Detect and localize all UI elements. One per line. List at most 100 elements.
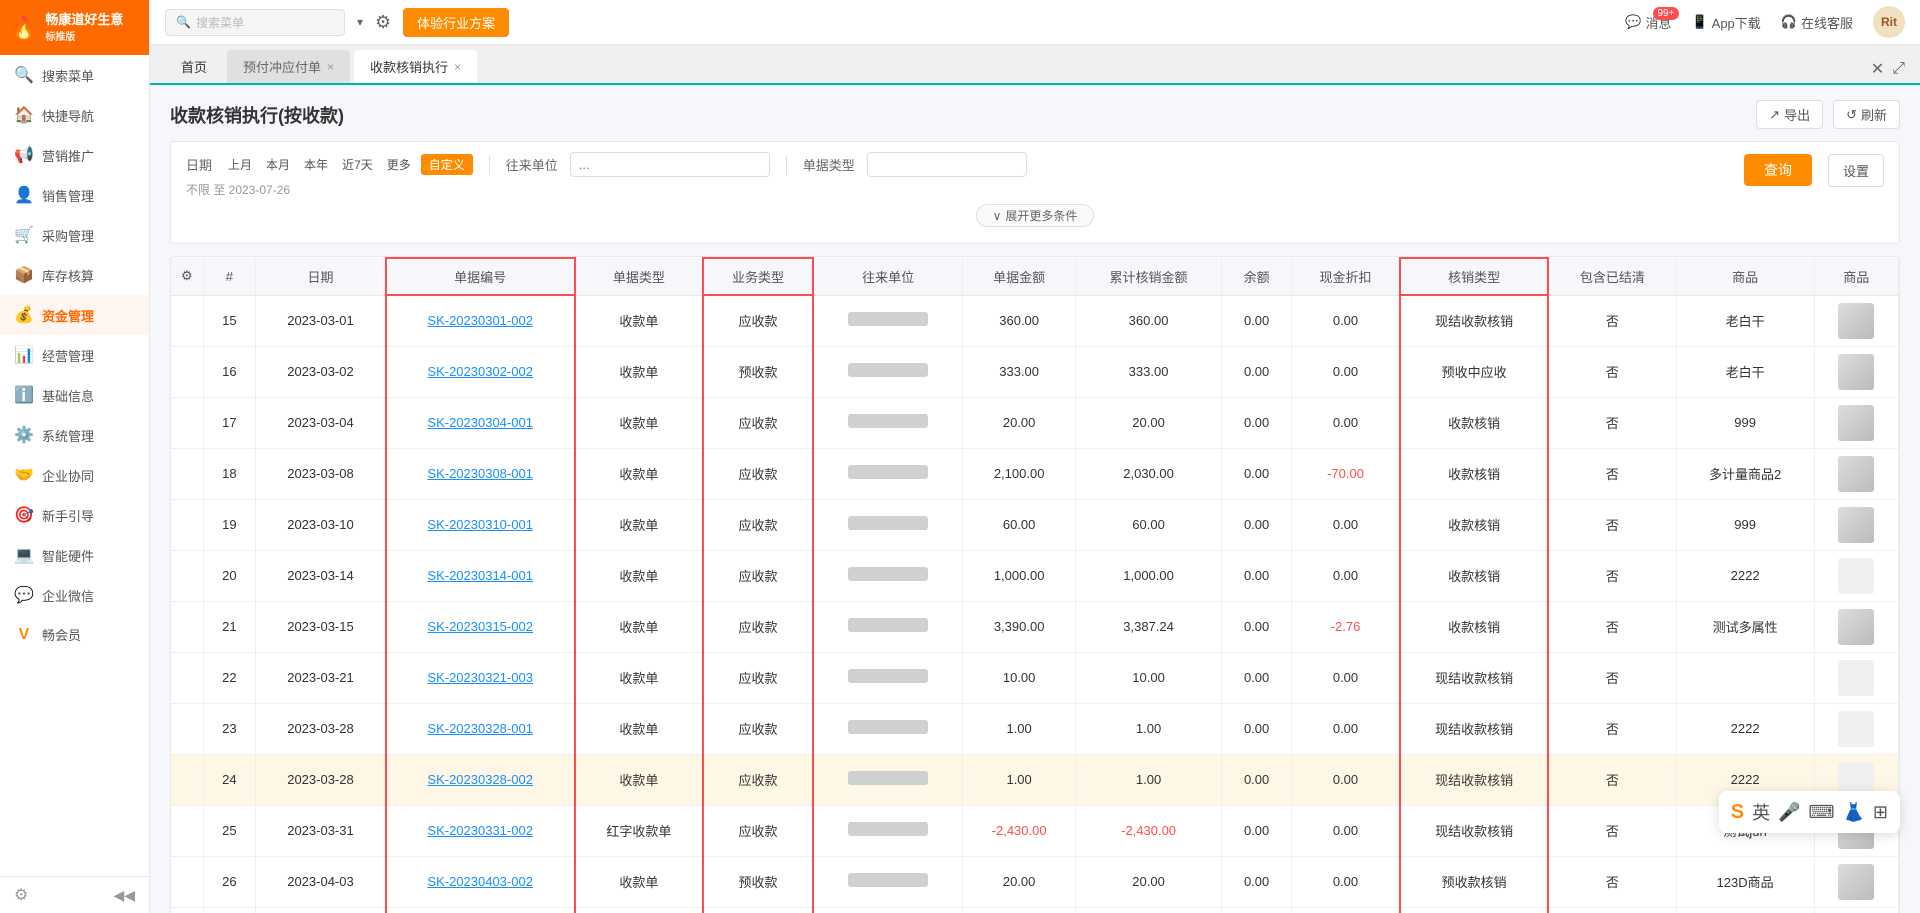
tab-collection-exec[interactable]: 收款核销执行 × bbox=[354, 50, 477, 83]
td-voucher_no[interactable]: SK-20230403-002 bbox=[386, 856, 575, 907]
sidebar-item-search[interactable]: 🔍 搜索菜单 bbox=[0, 55, 149, 95]
sidebar-item-corpwx[interactable]: 💬 企业微信 bbox=[0, 575, 149, 615]
td-voucher_no[interactable]: SK-20230302-002 bbox=[386, 346, 575, 397]
collapse-icon[interactable]: ◀◀ bbox=[113, 887, 135, 904]
corpcoop-icon: 🤝 bbox=[14, 465, 34, 485]
td-goods_img bbox=[1814, 295, 1898, 346]
td-cancel_type: 预收款核销 bbox=[1400, 856, 1548, 907]
partner-input[interactable] bbox=[570, 152, 770, 177]
sidebar-item-operation[interactable]: 📊 经营管理 bbox=[0, 335, 149, 375]
sidebar-item-smarthw[interactable]: 💻 智能硬件 bbox=[0, 535, 149, 575]
voucher-link[interactable]: SK-20230328-001 bbox=[427, 721, 533, 736]
dropdown-arrow-icon[interactable]: ▾ bbox=[357, 15, 363, 29]
sidebar-item-quicknav[interactable]: 🏠 快捷导航 bbox=[0, 95, 149, 135]
inventory-icon: 📦 bbox=[14, 265, 34, 285]
sidebar-item-basicinfo[interactable]: ℹ️ 基础信息 bbox=[0, 375, 149, 415]
voucher-link[interactable]: SK-20230331-002 bbox=[427, 823, 533, 838]
voucher-link[interactable]: SK-20230302-002 bbox=[427, 364, 533, 379]
tab-prepay[interactable]: 预付冲应付单 × bbox=[227, 50, 350, 83]
query-btn[interactable]: 查询 bbox=[1744, 154, 1812, 186]
td-include_settled: 否 bbox=[1548, 295, 1676, 346]
float-mic-icon[interactable]: 🎤 bbox=[1778, 802, 1800, 823]
voucher-link[interactable]: SK-20230315-002 bbox=[427, 619, 533, 634]
date-this-month[interactable]: 本月 bbox=[262, 154, 294, 175]
voucher-link[interactable]: SK-20230301-002 bbox=[427, 313, 533, 328]
tab-close-prepay[interactable]: × bbox=[327, 60, 334, 74]
sidebar-item-sysmgmt[interactable]: ⚙️ 系统管理 bbox=[0, 415, 149, 455]
tab-home[interactable]: 首页 bbox=[165, 50, 223, 83]
sidebar-item-member[interactable]: V 畅会员 bbox=[0, 615, 149, 654]
td-gear bbox=[171, 601, 203, 652]
td-row_no: 27 bbox=[203, 907, 255, 913]
sidebar-label: 系统管理 bbox=[42, 426, 94, 445]
th-rowno: # bbox=[203, 258, 255, 295]
info-icon: ℹ️ bbox=[14, 385, 34, 405]
date-7days[interactable]: 近7天 bbox=[338, 154, 377, 175]
notification-btn[interactable]: 💬 消息 99+ bbox=[1625, 13, 1671, 32]
td-voucher_type: 收款单 bbox=[575, 499, 704, 550]
td-voucher_no[interactable]: SK-20230304-001 bbox=[386, 397, 575, 448]
filter-settings-btn[interactable]: 设置 bbox=[1828, 154, 1884, 187]
sidebar-item-guide[interactable]: 🎯 新手引导 bbox=[0, 495, 149, 535]
sidebar-item-sales[interactable]: 👤 销售管理 bbox=[0, 175, 149, 215]
topbar-search-box[interactable]: 🔍 搜索菜单 bbox=[165, 9, 345, 36]
tab-close-all-icon[interactable]: ✕ bbox=[1871, 59, 1884, 79]
tab-close-collection[interactable]: × bbox=[454, 60, 461, 74]
online-service-btn[interactable]: 🎧 在线客服 bbox=[1781, 13, 1853, 32]
td-row_no: 26 bbox=[203, 856, 255, 907]
tab-expand-icon[interactable]: ⤢ bbox=[1892, 60, 1905, 78]
expand-conditions-btn[interactable]: ∨ 展开更多条件 bbox=[976, 204, 1095, 227]
td-balance: 0.00 bbox=[1222, 754, 1292, 805]
refresh-btn[interactable]: ↺ 刷新 bbox=[1833, 100, 1900, 129]
td-partner bbox=[813, 703, 963, 754]
float-grid-icon[interactable]: ⊞ bbox=[1873, 802, 1888, 823]
td-voucher_no[interactable]: SK-20230301-002 bbox=[386, 295, 575, 346]
td-amount: 20.00 bbox=[963, 397, 1075, 448]
th-gear[interactable]: ⚙ bbox=[171, 258, 203, 295]
sidebar-item-purchase[interactable]: 🛒 采购管理 bbox=[0, 215, 149, 255]
voucher-type-select[interactable] bbox=[867, 152, 1027, 177]
date-prev-month[interactable]: 上月 bbox=[224, 154, 256, 175]
sidebar-item-fund[interactable]: 💰 资金管理 bbox=[0, 295, 149, 335]
table-scroll[interactable]: ⚙ # 日期 单据编号 单据类型 业务类型 往来单位 单据金额 累计核销金额 余… bbox=[171, 257, 1899, 913]
td-voucher_no[interactable]: SK-20230310-001 bbox=[386, 499, 575, 550]
industry-btn[interactable]: 体验行业方案 bbox=[403, 8, 509, 37]
voucher-link[interactable]: SK-20230328-002 bbox=[427, 772, 533, 787]
date-custom-btn[interactable]: 自定义 bbox=[421, 154, 473, 175]
td-voucher_no[interactable]: SK-20230331-002 bbox=[386, 805, 575, 856]
sidebar-item-marketing[interactable]: 📢 营销推广 bbox=[0, 135, 149, 175]
table-row: 232023-03-28SK-20230328-001收款单应收款1.001.0… bbox=[171, 703, 1899, 754]
td-voucher_no[interactable]: SK-20230315-002 bbox=[386, 601, 575, 652]
sidebar-label: 资金管理 bbox=[42, 306, 94, 325]
td-amount: 3,390.00 bbox=[963, 601, 1075, 652]
topbar-gear-icon[interactable]: ⚙ bbox=[375, 12, 391, 33]
td-voucher_no[interactable]: SK-20230314-001 bbox=[386, 550, 575, 601]
float-keyboard-icon[interactable]: ⌨ bbox=[1809, 802, 1835, 823]
voucher-link[interactable]: SK-20230314-001 bbox=[427, 568, 533, 583]
td-voucher_no[interactable]: SK-20230308-001 bbox=[386, 448, 575, 499]
settings-icon[interactable]: ⚙ bbox=[14, 885, 28, 905]
td-voucher_no[interactable]: SK-20230328-001 bbox=[386, 703, 575, 754]
headset-icon: 🎧 bbox=[1781, 14, 1797, 30]
voucher-link[interactable]: SK-20230403-002 bbox=[427, 874, 533, 889]
user-avatar[interactable]: Rit bbox=[1873, 6, 1905, 38]
voucher-link[interactable]: SK-20230308-001 bbox=[427, 466, 533, 481]
td-gear bbox=[171, 805, 203, 856]
date-range-display: 不限 至 2023-07-26 bbox=[186, 181, 1027, 198]
td-date: 2023-03-14 bbox=[256, 550, 386, 601]
float-clothes-icon[interactable]: 👗 bbox=[1842, 802, 1864, 823]
td-voucher_no[interactable]: SK-20230328-002 bbox=[386, 754, 575, 805]
date-this-year[interactable]: 本年 bbox=[300, 154, 332, 175]
td-voucher_no[interactable]: SK-20230408-001 bbox=[386, 907, 575, 913]
float-text-icon[interactable]: 英 bbox=[1752, 799, 1770, 825]
td-goods: 999 bbox=[1676, 499, 1814, 550]
voucher-link[interactable]: SK-20230304-001 bbox=[427, 415, 533, 430]
voucher-link[interactable]: SK-20230321-003 bbox=[427, 670, 533, 685]
app-download-btn[interactable]: 📱 App下载 bbox=[1691, 13, 1760, 32]
voucher-link[interactable]: SK-20230310-001 bbox=[427, 517, 533, 532]
export-btn[interactable]: ↗ 导出 bbox=[1756, 100, 1823, 129]
sidebar-item-corpcoop[interactable]: 🤝 企业协同 bbox=[0, 455, 149, 495]
sidebar-item-inventory[interactable]: 📦 库存核算 bbox=[0, 255, 149, 295]
td-voucher_no[interactable]: SK-20230321-003 bbox=[386, 652, 575, 703]
date-more[interactable]: 更多 bbox=[383, 154, 415, 175]
